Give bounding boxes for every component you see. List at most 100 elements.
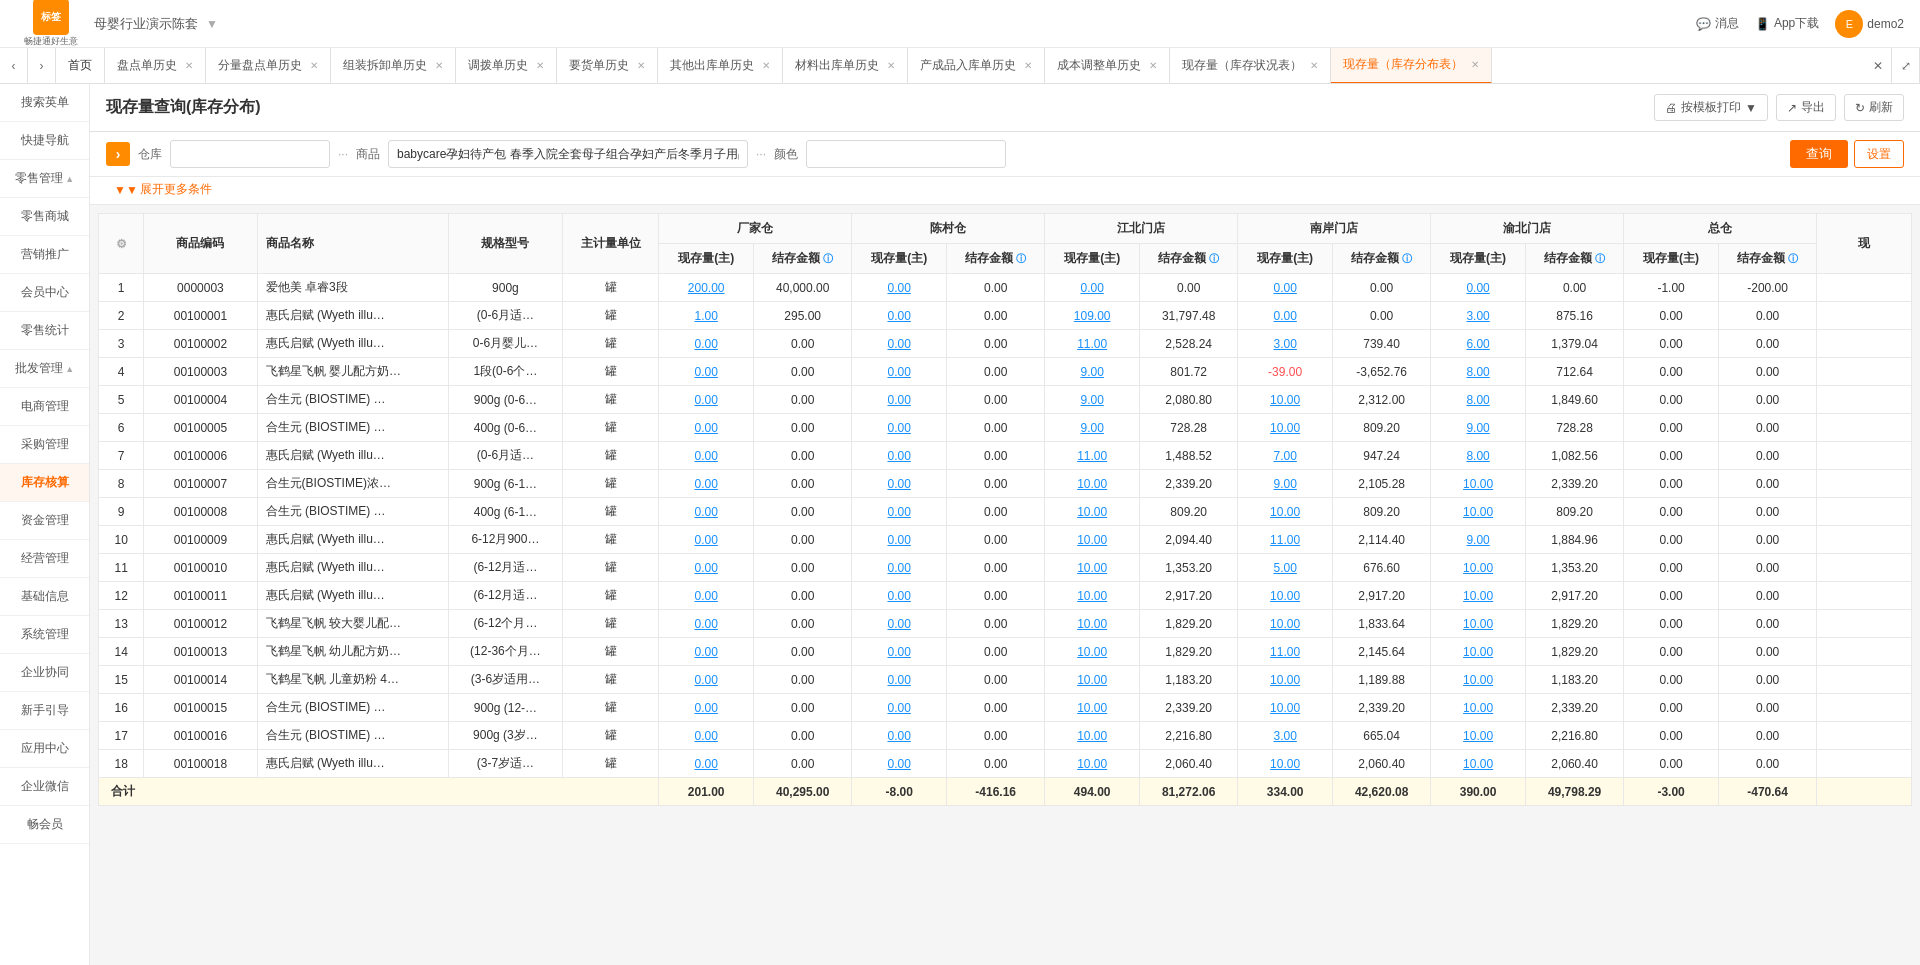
- cell-chenshi-stock[interactable]: 0.00: [852, 554, 946, 582]
- setting-btn[interactable]: 设置: [1854, 140, 1904, 168]
- cell-yubeimen-stock[interactable]: 8.00: [1431, 358, 1525, 386]
- cell-jiangbei-stock[interactable]: 9.00: [1045, 386, 1139, 414]
- tab-fullscreen-btn[interactable]: ⤢: [1892, 48, 1920, 84]
- filter-expand-btn[interactable]: ›: [106, 142, 130, 166]
- sidebar-item-13[interactable]: 基础信息: [0, 578, 89, 616]
- cell-yubeimen-stock[interactable]: 10.00: [1431, 750, 1525, 778]
- cell-jiangbei-stock[interactable]: 10.00: [1045, 498, 1139, 526]
- tab-item-4[interactable]: 调拨单历史✕: [456, 48, 557, 84]
- tab-close-4[interactable]: ✕: [536, 60, 544, 71]
- cell-factory-stock[interactable]: 0.00: [659, 722, 753, 750]
- cell-factory-stock[interactable]: 0.00: [659, 750, 753, 778]
- tab-item-3[interactable]: 组装拆卸单历史✕: [331, 48, 456, 84]
- refresh-btn[interactable]: ↻ 刷新: [1844, 94, 1904, 121]
- product-dots[interactable]: ···: [756, 147, 766, 161]
- cell-factory-stock[interactable]: 0.00: [659, 694, 753, 722]
- cell-jiangbei-stock[interactable]: 10.00: [1045, 582, 1139, 610]
- cell-nanan-stock[interactable]: 7.00: [1238, 442, 1332, 470]
- tab-close-5[interactable]: ✕: [637, 60, 645, 71]
- cell-factory-stock[interactable]: 0.00: [659, 638, 753, 666]
- cell-jiangbei-stock[interactable]: 10.00: [1045, 722, 1139, 750]
- tab-item-10[interactable]: 现存量（库存状况表）✕: [1170, 48, 1331, 84]
- cell-chenshi-stock[interactable]: 0.00: [852, 302, 946, 330]
- sidebar-item-12[interactable]: 经营管理: [0, 540, 89, 578]
- product-input[interactable]: [388, 140, 748, 168]
- cell-nanan-stock[interactable]: -39.00: [1238, 358, 1332, 386]
- cell-chenshi-stock[interactable]: 0.00: [852, 414, 946, 442]
- print-btn[interactable]: 🖨 按模板打印 ▼: [1654, 94, 1768, 121]
- cell-nanan-stock[interactable]: 10.00: [1238, 750, 1332, 778]
- sidebar-item-15[interactable]: 企业协同: [0, 654, 89, 692]
- cell-jiangbei-stock[interactable]: 10.00: [1045, 638, 1139, 666]
- cell-yubeimen-stock[interactable]: 3.00: [1431, 302, 1525, 330]
- tab-item-11[interactable]: 现存量（库存分布表）✕: [1331, 48, 1492, 84]
- cell-yubeimen-stock[interactable]: 10.00: [1431, 582, 1525, 610]
- expand-conditions-btn[interactable]: ▼▼ 展开更多条件: [114, 181, 1904, 198]
- cell-nanan-stock[interactable]: 10.00: [1238, 498, 1332, 526]
- sidebar-item-18[interactable]: 企业微信: [0, 768, 89, 806]
- cell-yubeimen-stock[interactable]: 10.00: [1431, 694, 1525, 722]
- cell-chenshi-stock[interactable]: 0.00: [852, 330, 946, 358]
- sidebar-item-6[interactable]: 零售统计: [0, 312, 89, 350]
- cell-chenshi-stock[interactable]: 0.00: [852, 274, 946, 302]
- cell-yubeimen-stock[interactable]: 10.00: [1431, 470, 1525, 498]
- cell-nanan-stock[interactable]: 3.00: [1238, 330, 1332, 358]
- cell-factory-stock[interactable]: 0.00: [659, 414, 753, 442]
- sidebar-item-19[interactable]: 畅会员: [0, 806, 89, 844]
- cell-factory-stock[interactable]: 0.00: [659, 610, 753, 638]
- cell-jiangbei-stock[interactable]: 10.00: [1045, 750, 1139, 778]
- cell-nanan-stock[interactable]: 0.00: [1238, 302, 1332, 330]
- sidebar-item-14[interactable]: 系统管理: [0, 616, 89, 654]
- cell-yubeimen-stock[interactable]: 10.00: [1431, 610, 1525, 638]
- tab-close-3[interactable]: ✕: [435, 60, 443, 71]
- tab-prev-btn[interactable]: ‹: [0, 48, 28, 84]
- th-settings[interactable]: ⚙: [99, 214, 144, 274]
- cell-nanan-stock[interactable]: 0.00: [1238, 274, 1332, 302]
- app-download-btn[interactable]: 📱 App下载: [1755, 15, 1819, 32]
- tab-item-9[interactable]: 成本调整单历史✕: [1045, 48, 1170, 84]
- cell-chenshi-stock[interactable]: 0.00: [852, 358, 946, 386]
- tab-item-5[interactable]: 要货单历史✕: [557, 48, 658, 84]
- tab-item-2[interactable]: 分量盘点单历史✕: [206, 48, 331, 84]
- cell-nanan-stock[interactable]: 10.00: [1238, 582, 1332, 610]
- cell-jiangbei-stock[interactable]: 9.00: [1045, 414, 1139, 442]
- cell-chenshi-stock[interactable]: 0.00: [852, 750, 946, 778]
- cell-factory-stock[interactable]: 0.00: [659, 498, 753, 526]
- sidebar-item-1[interactable]: 快捷导航: [0, 122, 89, 160]
- tab-item-1[interactable]: 盘点单历史✕: [105, 48, 206, 84]
- tab-close-10[interactable]: ✕: [1310, 60, 1318, 71]
- sidebar-item-11[interactable]: 资金管理: [0, 502, 89, 540]
- cell-yubeimen-stock[interactable]: 8.00: [1431, 386, 1525, 414]
- tab-close-1[interactable]: ✕: [185, 60, 193, 71]
- cell-yubeimen-stock[interactable]: 8.00: [1431, 442, 1525, 470]
- sidebar-item-2[interactable]: 零售管理 ▲: [0, 160, 89, 198]
- tab-close-2[interactable]: ✕: [310, 60, 318, 71]
- cell-chenshi-stock[interactable]: 0.00: [852, 666, 946, 694]
- sidebar-item-4[interactable]: 营销推广: [0, 236, 89, 274]
- cell-chenshi-stock[interactable]: 0.00: [852, 386, 946, 414]
- cell-factory-stock[interactable]: 0.00: [659, 554, 753, 582]
- cell-chenshi-stock[interactable]: 0.00: [852, 470, 946, 498]
- cell-jiangbei-stock[interactable]: 10.00: [1045, 666, 1139, 694]
- cell-nanan-stock[interactable]: 11.00: [1238, 638, 1332, 666]
- cell-jiangbei-stock[interactable]: 10.00: [1045, 554, 1139, 582]
- cell-factory-stock[interactable]: 0.00: [659, 526, 753, 554]
- cell-yubeimen-stock[interactable]: 6.00: [1431, 330, 1525, 358]
- cell-jiangbei-stock[interactable]: 0.00: [1045, 274, 1139, 302]
- cell-factory-stock[interactable]: 0.00: [659, 386, 753, 414]
- cell-jiangbei-stock[interactable]: 11.00: [1045, 442, 1139, 470]
- cell-nanan-stock[interactable]: 9.00: [1238, 470, 1332, 498]
- cell-jiangbei-stock[interactable]: 10.00: [1045, 610, 1139, 638]
- tab-item-0[interactable]: 首页: [56, 48, 105, 84]
- cell-nanan-stock[interactable]: 5.00: [1238, 554, 1332, 582]
- cell-factory-stock[interactable]: 0.00: [659, 666, 753, 694]
- message-btn[interactable]: 💬 消息: [1696, 15, 1739, 32]
- tab-next-btn[interactable]: ›: [28, 48, 56, 84]
- cell-yubeimen-stock[interactable]: 10.00: [1431, 638, 1525, 666]
- tab-close-11[interactable]: ✕: [1471, 59, 1479, 70]
- cell-nanan-stock[interactable]: 10.00: [1238, 610, 1332, 638]
- sidebar-item-8[interactable]: 电商管理: [0, 388, 89, 426]
- color-input[interactable]: [806, 140, 1006, 168]
- warehouse-dots[interactable]: ···: [338, 147, 348, 161]
- cell-jiangbei-stock[interactable]: 109.00: [1045, 302, 1139, 330]
